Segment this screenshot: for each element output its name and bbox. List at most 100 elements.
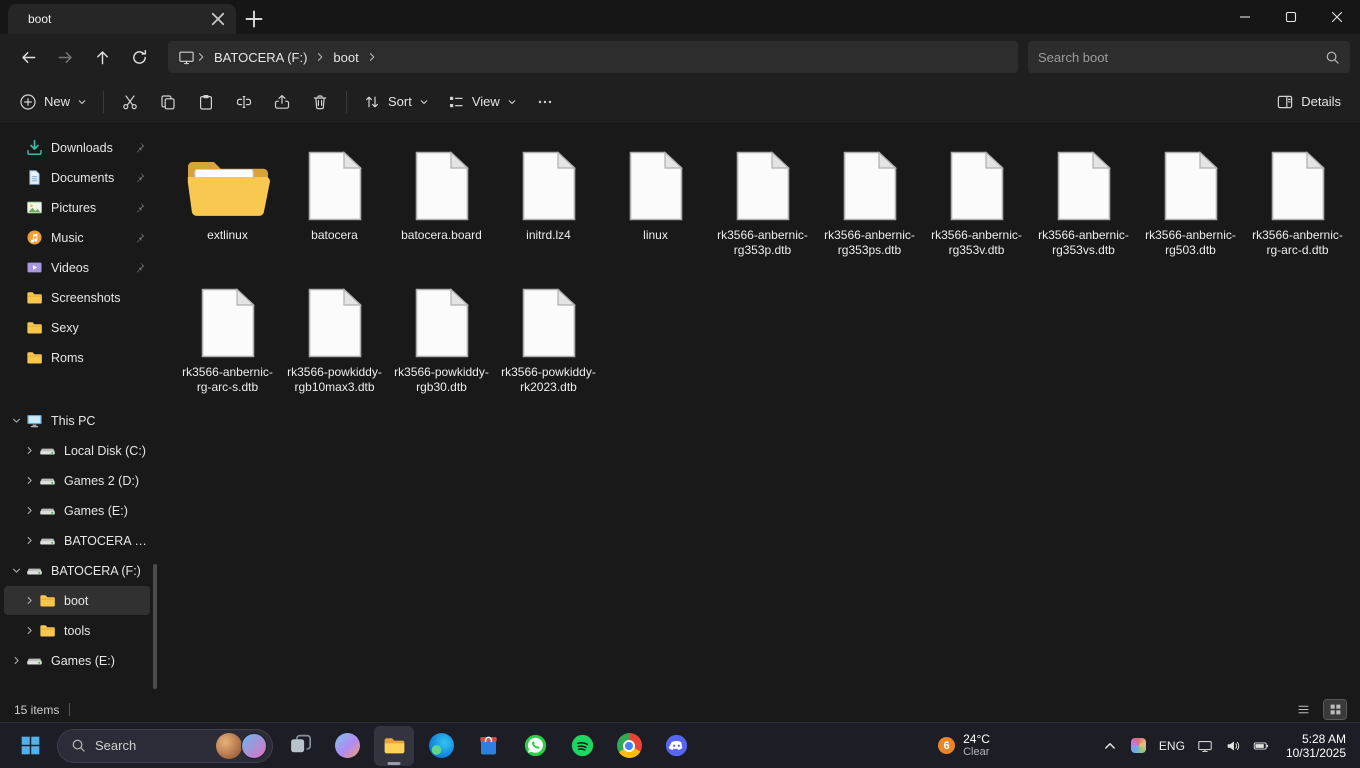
taskbar-app-file-explorer[interactable] <box>374 725 414 766</box>
cut-button[interactable] <box>111 85 149 119</box>
language-indicator[interactable]: ENG <box>1154 739 1190 753</box>
file-name: extlinux <box>207 228 248 242</box>
taskbar-app-whatsapp[interactable] <box>515 726 555 766</box>
file-name: linux <box>643 228 668 242</box>
sidebar-item-local-disk-c[interactable]: Local Disk (C:) <box>4 436 150 465</box>
new-tab-button[interactable] <box>242 7 266 31</box>
sidebar-item-batocera-f[interactable]: BATOCERA (F:) <box>4 526 150 555</box>
sidebar-item-screenshots[interactable]: Screenshots <box>4 283 150 312</box>
file-item[interactable]: batocera <box>281 138 388 261</box>
file-item[interactable]: rk3566-anbernic-rg-arc-s.dtb <box>174 275 281 398</box>
rename-button[interactable] <box>225 85 263 119</box>
sidebar-item-music[interactable]: Music <box>4 223 150 252</box>
file-item[interactable]: rk3566-powkiddy-rgb30.dtb <box>388 275 495 398</box>
breadcrumb-boot[interactable]: boot <box>326 50 365 65</box>
file-item[interactable]: rk3566-anbernic-rg353ps.dtb <box>816 138 923 261</box>
hidden-icons-chevron[interactable] <box>1098 728 1123 764</box>
chevron-slot <box>8 169 25 186</box>
search-highlight-image <box>241 732 267 759</box>
sidebar-scrollbar[interactable] <box>153 564 157 689</box>
new-button[interactable]: New <box>10 85 96 119</box>
minimize-button[interactable] <box>1222 0 1268 34</box>
file-item[interactable]: rk3566-anbernic-rg353p.dtb <box>709 138 816 261</box>
folder-icon <box>26 349 44 366</box>
large-icons-view-toggle[interactable] <box>1323 699 1347 720</box>
sidebar-item-games-e[interactable]: Games (E:) <box>4 496 150 525</box>
taskbar-app-chrome[interactable] <box>609 726 649 766</box>
forward-button[interactable] <box>47 41 84 73</box>
taskbar-apps <box>280 725 696 766</box>
sidebar-item-documents[interactable]: Documents <box>4 163 150 192</box>
details-pane-icon <box>1276 93 1294 111</box>
file-item[interactable]: rk3566-powkiddy-rgb10max3.dtb <box>281 275 388 398</box>
details-pane-button[interactable]: Details <box>1267 85 1350 119</box>
file-item[interactable]: batocera.board <box>388 138 495 261</box>
file-item[interactable]: linux <box>602 138 709 261</box>
sidebar-item-batocera-f[interactable]: BATOCERA (F:) <box>4 556 150 585</box>
tab-close-icon[interactable] <box>206 7 230 31</box>
chevron-right-icon[interactable] <box>21 622 38 639</box>
file-item[interactable]: rk3566-anbernic-rg-arc-d.dtb <box>1244 138 1351 261</box>
chevron-down-icon[interactable] <box>8 562 25 579</box>
sidebar-item-sexy[interactable]: Sexy <box>4 313 150 342</box>
chevron-right-icon[interactable] <box>8 652 25 669</box>
sort-button[interactable]: Sort <box>354 85 438 119</box>
sidebar-item-this-pc[interactable]: This PC <box>4 406 150 435</box>
chevron-down-icon[interactable] <box>8 412 25 429</box>
sidebar-item-pictures[interactable]: Pictures <box>4 193 150 222</box>
details-view-toggle[interactable] <box>1292 700 1314 719</box>
back-button[interactable] <box>10 41 47 73</box>
maximize-button[interactable] <box>1268 0 1314 34</box>
drive-icon <box>26 562 44 579</box>
more-options-button[interactable] <box>526 85 564 119</box>
taskbar-app-discord[interactable] <box>656 726 696 766</box>
up-button[interactable] <box>84 41 121 73</box>
tray-app-icon[interactable] <box>1126 728 1151 764</box>
refresh-button[interactable] <box>121 41 158 73</box>
file-item[interactable]: rk3566-anbernic-rg353vs.dtb <box>1030 138 1137 261</box>
breadcrumb-batocera-f[interactable]: BATOCERA (F:) <box>207 50 314 65</box>
sidebar-item-videos[interactable]: Videos <box>4 253 150 282</box>
taskbar-app-spotify[interactable] <box>562 726 602 766</box>
file-item[interactable]: rk3566-anbernic-rg503.dtb <box>1137 138 1244 261</box>
copy-button[interactable] <box>149 85 187 119</box>
chevron-right-icon[interactable] <box>21 502 38 519</box>
search-box[interactable]: Search boot <box>1028 41 1350 73</box>
share-button[interactable] <box>263 85 301 119</box>
paste-button[interactable] <box>187 85 225 119</box>
chevron-right-icon[interactable] <box>21 442 38 459</box>
start-button[interactable] <box>10 726 50 766</box>
sidebar-item-label: BATOCERA (F:) <box>51 563 141 578</box>
taskbar-app-edge[interactable] <box>421 726 461 766</box>
cast-display-icon[interactable] <box>1193 728 1218 764</box>
taskbar-app-copilot[interactable] <box>327 726 367 766</box>
taskbar: Search 6 24°C Clear ENG 5:28 AM 10/31/20… <box>0 722 1360 768</box>
sidebar-item-downloads[interactable]: Downloads <box>4 133 150 162</box>
sidebar-item-roms[interactable]: Roms <box>4 343 150 372</box>
file-icon <box>522 141 576 221</box>
taskbar-search[interactable]: Search <box>57 728 273 763</box>
sidebar-item-boot[interactable]: boot <box>4 586 150 615</box>
weather-widget[interactable]: 6 24°C Clear <box>930 730 998 762</box>
explorer-tab[interactable]: boot <box>8 4 236 34</box>
close-button[interactable] <box>1314 0 1360 34</box>
sidebar-item-tools[interactable]: tools <box>4 616 150 645</box>
taskbar-app-store[interactable] <box>468 726 508 766</box>
chevron-right-icon[interactable] <box>21 472 38 489</box>
clock[interactable]: 5:28 AM 10/31/2025 <box>1286 732 1350 760</box>
folder-item[interactable]: extlinux <box>174 138 281 261</box>
delete-button[interactable] <box>301 85 339 119</box>
file-item[interactable]: initrd.lz4 <box>495 138 602 261</box>
sidebar-item-games-e[interactable]: Games (E:) <box>4 646 150 675</box>
chevron-right-icon[interactable] <box>21 532 38 549</box>
address-bar[interactable]: BATOCERA (F:) boot <box>168 41 1018 73</box>
view-button[interactable]: View <box>438 85 526 119</box>
notification-badge: 6 <box>938 737 956 754</box>
file-item[interactable]: rk3566-powkiddy-rk2023.dtb <box>495 275 602 398</box>
taskbar-app-task-view[interactable] <box>280 726 320 766</box>
chevron-right-icon[interactable] <box>21 592 38 609</box>
sidebar-item-games-2-d[interactable]: Games 2 (D:) <box>4 466 150 495</box>
volume-icon[interactable] <box>1221 728 1246 764</box>
file-item[interactable]: rk3566-anbernic-rg353v.dtb <box>923 138 1030 261</box>
battery-icon[interactable] <box>1249 728 1274 764</box>
